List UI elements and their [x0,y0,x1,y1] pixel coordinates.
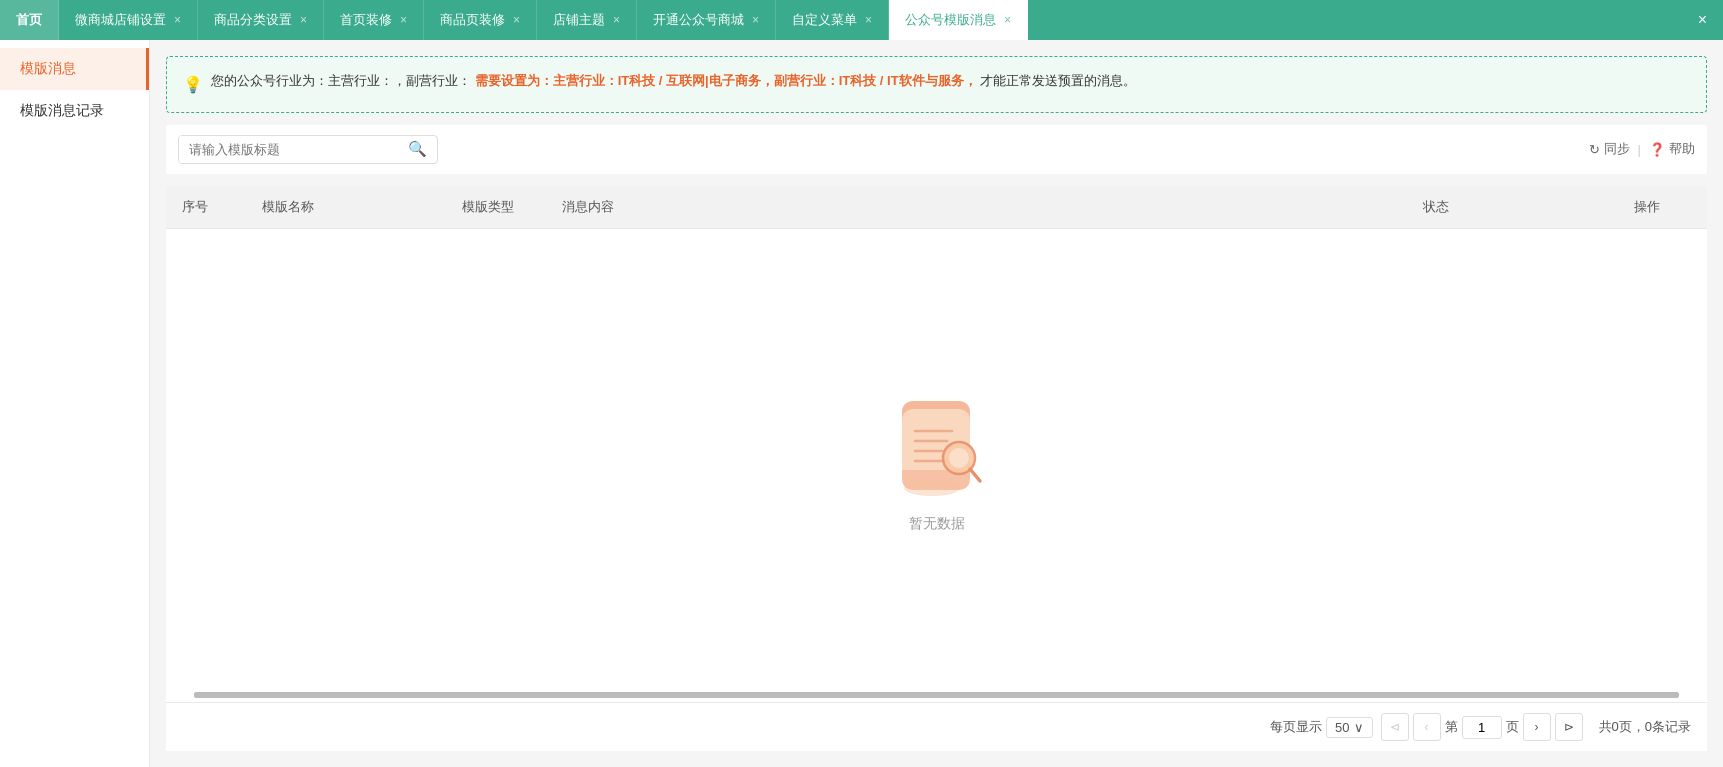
table-wrap: 序号 模版名称 模版类型 消息内容 状态 操作 [166,186,1707,751]
toolbar-divider: | [1638,142,1641,157]
help-icon: ❓ [1649,142,1665,157]
tab-template-message-close[interactable]: × [1004,13,1011,27]
svg-point-6 [949,448,969,468]
global-close-button[interactable]: × [1682,11,1723,29]
tab-home-decor-label: 首页装修 [340,11,392,29]
sidebar-item-template-msg-log-label: 模版消息记录 [20,102,104,118]
page-number-input[interactable] [1462,716,1502,739]
page-size-value: 50 [1335,720,1349,735]
tab-store-theme-label: 店铺主题 [553,11,605,29]
help-label: 帮助 [1669,140,1695,158]
tab-home-label: 首页 [16,11,42,29]
tab-template-message-label: 公众号模版消息 [905,11,996,29]
page-last-button[interactable]: ⊳ [1555,713,1583,741]
search-button[interactable]: 🔍 [398,140,437,158]
tab-custom-menu[interactable]: 自定义菜单 × [776,0,889,40]
sync-icon: ↻ [1589,142,1600,157]
total-info: 共0页，0条记录 [1599,718,1691,736]
info-text-suffix: 才能正常发送预置的消息。 [980,73,1136,88]
th-seq: 序号 [166,186,246,228]
th-op: 操作 [1587,186,1707,228]
tab-store-settings-close[interactable]: × [174,13,181,27]
sidebar-item-template-msg[interactable]: 模版消息 [0,48,149,90]
sync-label: 同步 [1604,140,1630,158]
horizontal-scrollbar[interactable] [194,692,1679,698]
sidebar-item-template-msg-log[interactable]: 模版消息记录 [0,90,149,132]
page-first-button[interactable]: ⊲ [1381,713,1409,741]
sidebar-item-template-msg-label: 模版消息 [20,60,76,76]
page-prev-button[interactable]: ‹ [1413,713,1441,741]
page-size-select: 每页显示 50 ∨ [1270,717,1372,738]
tab-product-decor[interactable]: 商品页装修 × [424,0,537,40]
th-type: 模版类型 [446,186,546,228]
sidebar: 模版消息 模版消息记录 [0,40,150,767]
table-header: 序号 模版名称 模版类型 消息内容 状态 操作 [166,186,1707,229]
tab-open-mall[interactable]: 开通公众号商城 × [637,0,776,40]
page-di-label: 第 [1445,718,1458,736]
search-row: 🔍 ↻ 同步 | ❓ 帮助 [166,125,1707,174]
tab-category-settings[interactable]: 商品分类设置 × [198,0,324,40]
tab-store-settings[interactable]: 微商城店铺设置 × [59,0,198,40]
tab-custom-menu-label: 自定义菜单 [792,11,857,29]
page-next-button[interactable]: › [1523,713,1551,741]
empty-text: 暂无数据 [909,515,965,533]
help-button[interactable]: ❓ 帮助 [1649,140,1695,158]
sync-button[interactable]: ↻ 同步 [1589,140,1630,158]
main-layout: 模版消息 模版消息记录 💡 您的公众号行业为：主营行业：，副营行业： 需要设置为… [0,40,1723,767]
info-banner: 💡 您的公众号行业为：主营行业：，副营行业： 需要设置为：主营行业：IT科技 /… [166,56,1707,113]
info-text-highlight: 需要设置为：主营行业：IT科技 / 互联网|电子商务，副营行业：IT科技 / I… [475,73,977,88]
tab-template-message[interactable]: 公众号模版消息 × [889,0,1028,40]
bulb-icon: 💡 [183,72,203,98]
tab-store-settings-label: 微商城店铺设置 [75,11,166,29]
tab-store-theme[interactable]: 店铺主题 × [537,0,637,40]
tab-home[interactable]: 首页 [0,0,59,40]
tab-category-settings-close[interactable]: × [300,13,307,27]
tab-product-decor-close[interactable]: × [513,13,520,27]
tab-store-theme-close[interactable]: × [613,13,620,27]
top-nav: 首页 微商城店铺设置 × 商品分类设置 × 首页装修 × 商品页装修 × 店铺主… [0,0,1723,40]
svg-line-7 [970,469,980,481]
page-unit-label: 页 [1506,718,1519,736]
tab-category-settings-label: 商品分类设置 [214,11,292,29]
info-banner-text: 您的公众号行业为：主营行业：，副营行业： 需要设置为：主营行业：IT科技 / 互… [211,71,1136,92]
tab-product-decor-label: 商品页装修 [440,11,505,29]
pagination-row: 每页显示 50 ∨ ⊲ ‹ 第 页 › ⊳ 共0页，0条记录 [166,702,1707,751]
empty-state: 暂无数据 [166,229,1707,688]
th-status: 状态 [1407,186,1587,228]
tab-open-mall-label: 开通公众号商城 [653,11,744,29]
th-content: 消息内容 [546,186,1407,228]
tab-home-decor-close[interactable]: × [400,13,407,27]
page-nav: ⊲ ‹ 第 页 › ⊳ [1381,713,1583,741]
tab-open-mall-close[interactable]: × [752,13,759,27]
chevron-down-icon: ∨ [1354,720,1364,735]
tab-custom-menu-close[interactable]: × [865,13,872,27]
tab-home-decor[interactable]: 首页装修 × [324,0,424,40]
th-name: 模版名称 [246,186,446,228]
search-input-wrap: 🔍 [178,135,438,164]
search-actions: ↻ 同步 | ❓ 帮助 [1589,140,1695,158]
page-size-label: 每页显示 [1270,718,1322,736]
page-size-dropdown[interactable]: 50 ∨ [1326,717,1372,738]
search-input[interactable] [179,136,398,163]
content-area: 💡 您的公众号行业为：主营行业：，副营行业： 需要设置为：主营行业：IT科技 /… [150,40,1723,767]
empty-illustration [877,383,997,503]
info-text-prefix: 您的公众号行业为：主营行业：，副营行业： [211,73,471,88]
